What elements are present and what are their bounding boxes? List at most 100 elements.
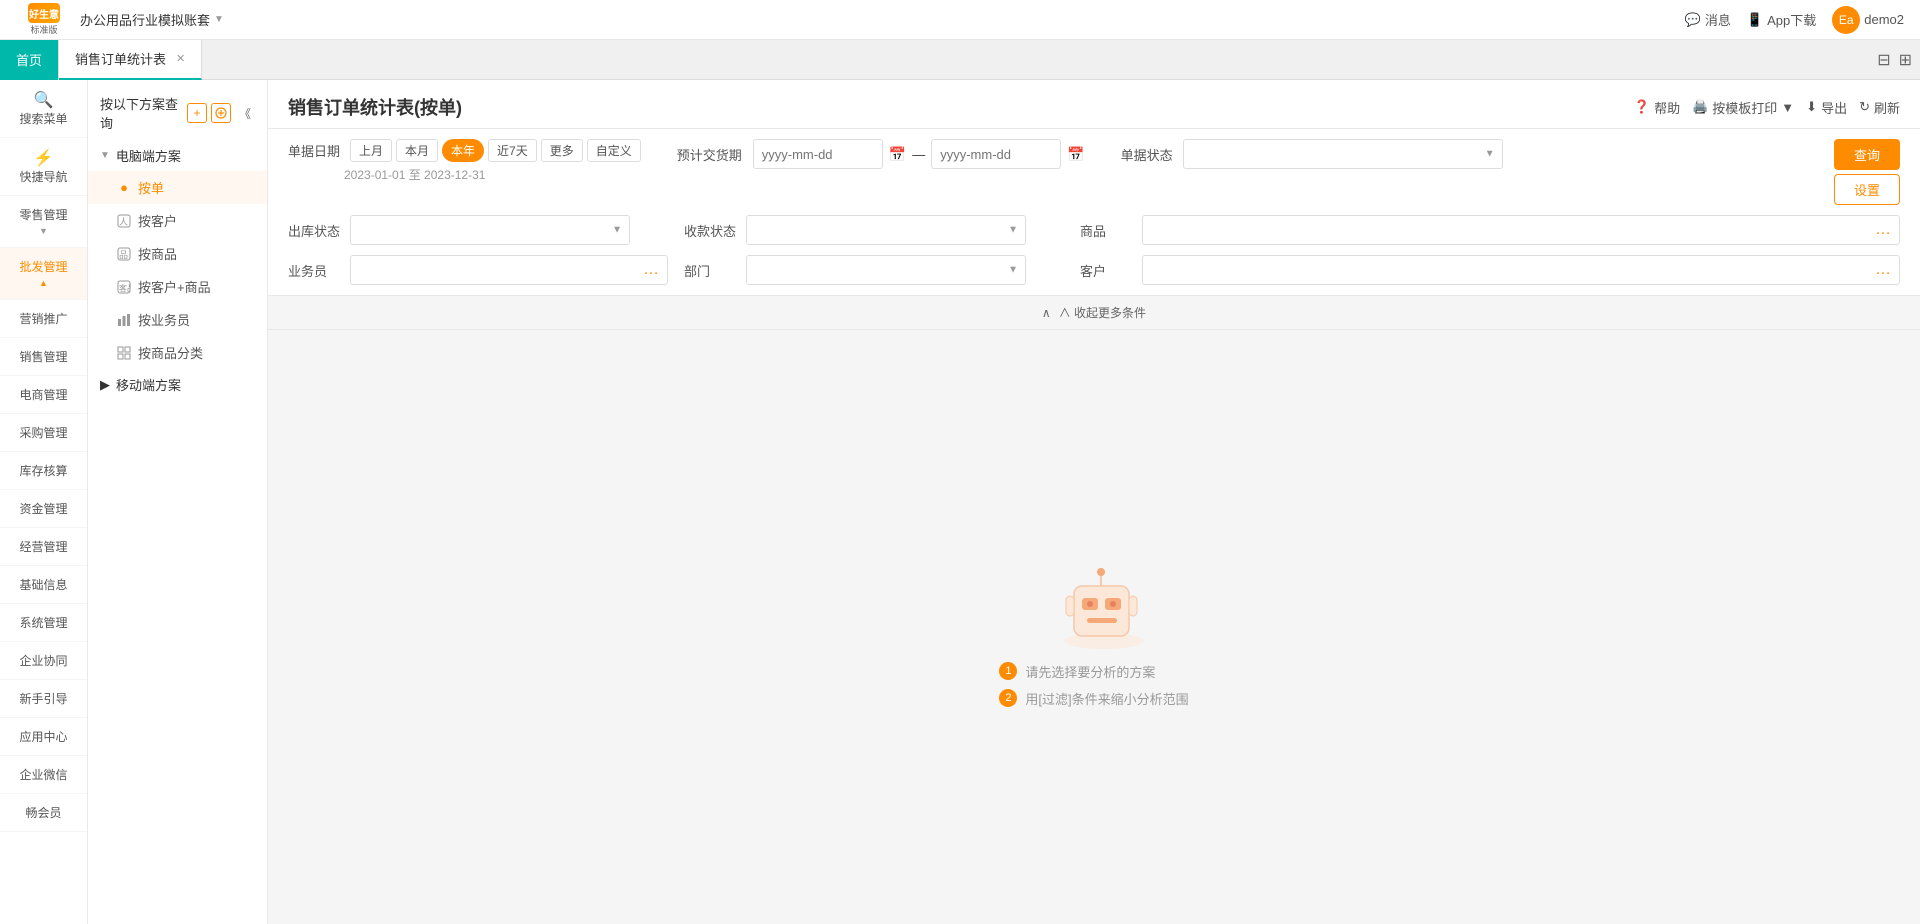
sidebar-item-sales[interactable]: 销售管理 — [0, 338, 87, 376]
more-icon: … — [1875, 221, 1891, 239]
date-btn-last-month[interactable]: 上月 — [350, 139, 392, 162]
user-profile[interactable]: Ea demo2 — [1832, 6, 1904, 34]
dept-label: 部门 — [684, 261, 740, 280]
topbar: 好生意 标准版 办公用品行业模拟账套 ▼ 💬 消息 📱 App下载 Ea dem… — [0, 0, 1920, 40]
scheme-group-pc-header[interactable]: ▼ 电脑端方案 — [88, 140, 267, 171]
scheme-item-by-category[interactable]: 按商品分类 — [88, 336, 267, 369]
collapse-bar[interactable]: ∧ ∧ 收起更多条件 — [268, 296, 1920, 330]
help-button[interactable]: ❓ 帮助 — [1634, 98, 1680, 117]
left-panel: 按以下方案查询 + 《 ▼ 电脑端方案 ● 按单 — [88, 80, 268, 924]
calendar-icon: 📅 — [889, 146, 906, 163]
app-selector[interactable]: 办公用品行业模拟账套 ▼ — [80, 10, 224, 29]
payment-status-select-wrap: ▼ — [746, 215, 1026, 245]
sidebar-item-appcenter[interactable]: 应用中心 — [0, 718, 87, 756]
delivery-status-select[interactable] — [350, 215, 630, 245]
date-btn-this-year[interactable]: 本年 — [442, 139, 484, 162]
collapse-conditions-button[interactable]: ∧ ∧ 收起更多条件 — [1042, 304, 1146, 321]
scheme-item-by-customer[interactable]: 人 按客户 — [88, 204, 267, 237]
empty-hint-1: 1 请先选择要分析的方案 — [999, 662, 1188, 681]
sidebar-item-enterprise[interactable]: 企业协同 — [0, 642, 87, 680]
status-label: 单据状态 — [1121, 145, 1177, 164]
scheme-group-mobile-header[interactable]: ▶ 移动端方案 — [88, 369, 267, 400]
sidebar: 🔍 搜索菜单 ⚡ 快捷导航 零售管理 ▼ 批发管理 ▲ 营销推广 销售管理 电商… — [0, 80, 88, 924]
sidebar-item-retail[interactable]: 零售管理 ▼ — [0, 196, 87, 248]
salesman-label: 业务员 — [288, 261, 344, 280]
add-scheme-button[interactable]: + — [187, 103, 207, 123]
delivery-status-label: 出库状态 — [288, 221, 344, 240]
settings-button[interactable]: 设置 — [1834, 174, 1900, 205]
message-button[interactable]: 💬 消息 — [1685, 10, 1731, 29]
tab-close-icon[interactable]: ✕ — [176, 52, 185, 65]
tab-home[interactable]: 首页 — [0, 40, 59, 80]
main-layout: 🔍 搜索菜单 ⚡ 快捷导航 零售管理 ▼ 批发管理 ▲ 营销推广 销售管理 电商… — [0, 80, 1920, 924]
tab-maximize-button[interactable]: ⊞ — [1899, 50, 1912, 70]
sidebar-item-wholesale[interactable]: 批发管理 ▲ — [0, 248, 87, 300]
sidebar-item-search-menu[interactable]: 🔍 搜索菜单 — [0, 80, 87, 138]
status-select[interactable] — [1183, 139, 1503, 169]
box2-icon: 客品 — [116, 279, 132, 295]
tab-restore-button[interactable]: ⊟ — [1877, 50, 1890, 70]
refresh-icon: ↻ — [1859, 99, 1870, 115]
grid-icon — [116, 345, 132, 361]
calendar-icon2: 📅 — [1067, 146, 1084, 163]
dept-select[interactable] — [746, 255, 1026, 285]
more-icon2: … — [643, 261, 659, 279]
scheme-item-by-order[interactable]: ● 按单 — [88, 171, 267, 204]
filter-section: 单据日期 上月 本月 本年 近7天 更多 自定义 2023-01-01 至 20… — [268, 129, 1920, 296]
sidebar-item-basic[interactable]: 基础信息 — [0, 566, 87, 604]
app-download-button[interactable]: 📱 App下载 — [1747, 10, 1816, 29]
sidebar-item-purchase[interactable]: 采购管理 — [0, 414, 87, 452]
refresh-button[interactable]: ↻ 刷新 — [1859, 98, 1900, 117]
salesman-input[interactable]: … — [350, 255, 668, 285]
scheme-item-by-goods[interactable]: 品 按商品 — [88, 237, 267, 270]
scheme-item-by-salesman[interactable]: 按业务员 — [88, 303, 267, 336]
goods-input[interactable]: … — [1142, 215, 1900, 245]
date-btn-7days[interactable]: 近7天 — [488, 139, 537, 162]
circle-icon: ● — [116, 180, 132, 196]
sidebar-item-wechat[interactable]: 企业微信 — [0, 756, 87, 794]
sidebar-item-ecommerce[interactable]: 电商管理 — [0, 376, 87, 414]
tab-sales-order-stats[interactable]: 销售订单统计表 ✕ — [59, 40, 202, 80]
sidebar-item-quick-nav[interactable]: ⚡ 快捷导航 — [0, 138, 87, 196]
sidebar-item-newbie[interactable]: 新手引导 — [0, 680, 87, 718]
scheme-item-by-customer-goods[interactable]: 客品 按客户+商品 — [88, 270, 267, 303]
date-btn-this-month[interactable]: 本月 — [396, 139, 438, 162]
tabbar: 首页 销售订单统计表 ✕ ⊟ ⊞ — [0, 40, 1920, 80]
print-icon: 🖨️ — [1692, 99, 1708, 115]
date-btn-custom[interactable]: 自定义 — [587, 139, 641, 162]
sidebar-item-marketing[interactable]: 营销推广 — [0, 300, 87, 338]
sidebar-item-system[interactable]: 系统管理 — [0, 604, 87, 642]
expected-date-start-input[interactable] — [753, 139, 883, 169]
date-btn-more[interactable]: 更多 — [541, 139, 583, 162]
payment-status-select[interactable] — [746, 215, 1026, 245]
data-area: 1 请先选择要分析的方案 2 用[过滤]条件来缩小分析范围 — [268, 330, 1920, 924]
sidebar-item-finance[interactable]: 资金管理 — [0, 490, 87, 528]
topbar-left: 好生意 标准版 办公用品行业模拟账套 ▼ — [16, 2, 224, 38]
page-header: 销售订单统计表(按单) ❓ 帮助 🖨️ 按模板打印 ▼ ⬇ 导出 — [268, 80, 1920, 129]
empty-hints: 1 请先选择要分析的方案 2 用[过滤]条件来缩小分析范围 — [999, 662, 1188, 708]
sidebar-item-membership[interactable]: 畅会员 — [0, 794, 87, 832]
empty-state: 1 请先选择要分析的方案 2 用[过滤]条件来缩小分析范围 — [999, 546, 1188, 708]
logo-icon: 好生意 — [28, 3, 60, 23]
export-button[interactable]: ⬇ 导出 — [1806, 98, 1847, 117]
customer-label: 客户 — [1080, 261, 1136, 280]
status-select-wrap: ▼ — [1183, 139, 1503, 169]
edit-scheme-button[interactable] — [211, 103, 231, 123]
query-button[interactable]: 查询 — [1834, 139, 1900, 170]
expected-date-end-input[interactable] — [931, 139, 1061, 169]
message-icon: 💬 — [1685, 12, 1701, 28]
svg-text:人: 人 — [119, 217, 128, 227]
chevron-down-icon: ▼ — [214, 14, 224, 25]
customer-input[interactable]: … — [1142, 255, 1900, 285]
topbar-right: 💬 消息 📱 App下载 Ea demo2 — [1685, 6, 1904, 34]
chevron-down-icon: ▼ — [1781, 100, 1794, 115]
collapse-left-panel-button[interactable]: 《 — [235, 103, 255, 123]
expected-date-end-wrap: 📅 — [931, 139, 1084, 169]
date-range-display: 2023-01-01 至 2023-12-31 — [344, 166, 641, 183]
sidebar-item-operations[interactable]: 经营管理 — [0, 528, 87, 566]
payment-status-label: 收款状态 — [684, 221, 740, 240]
template-print-button[interactable]: 🖨️ 按模板打印 ▼ — [1692, 98, 1794, 117]
page-title: 销售订单统计表(按单) — [288, 94, 462, 120]
sidebar-item-inventory[interactable]: 库存核算 — [0, 452, 87, 490]
expected-date-start-wrap: 📅 — [753, 139, 906, 169]
